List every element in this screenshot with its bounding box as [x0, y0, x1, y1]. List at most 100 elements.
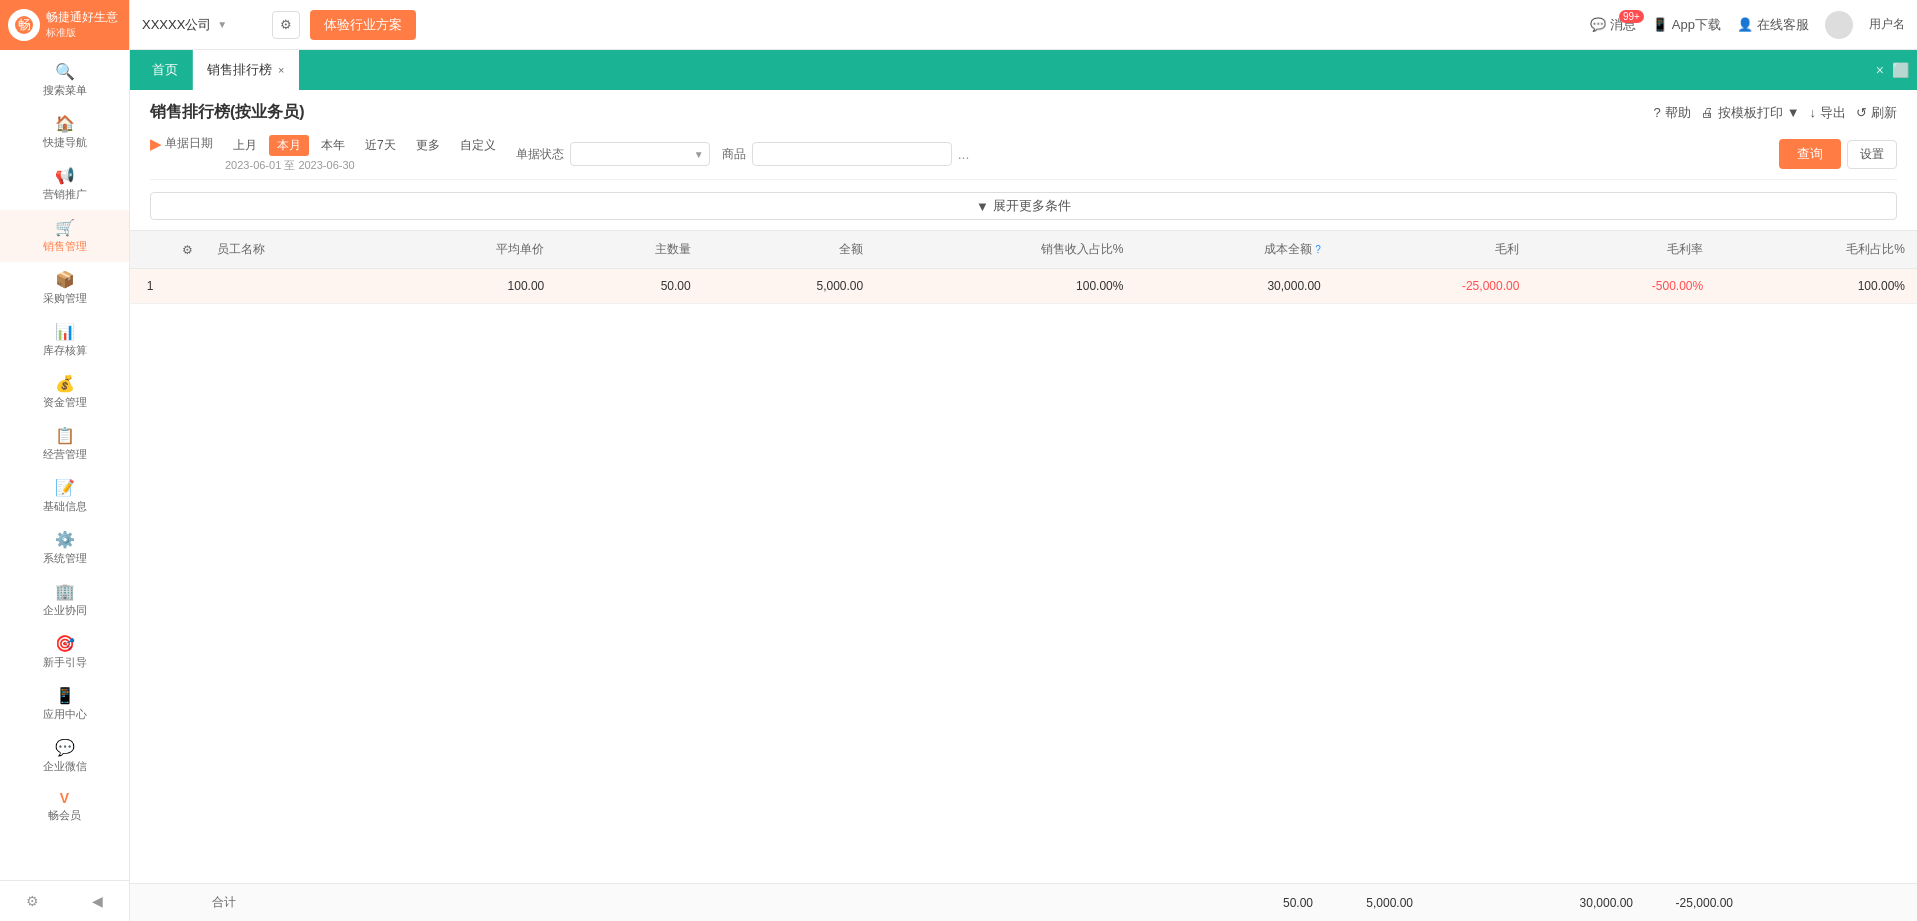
sidebar-item-search[interactable]: 🔍 搜索菜单 — [0, 54, 129, 106]
company-selector[interactable]: XXXXX公司 ▼ — [142, 16, 262, 34]
company-dropdown-arrow: ▼ — [217, 19, 227, 30]
sidebar-item-app-center[interactable]: 📱 应用中心 — [0, 678, 129, 730]
cell-gross-rate: -500.00% — [1531, 269, 1715, 304]
app-center-icon: 📱 — [55, 686, 75, 705]
sidebar-item-capital[interactable]: 💰 资金管理 — [0, 366, 129, 418]
logo-icon: 畅 — [8, 9, 40, 41]
enterprise-icon: 🏢 — [55, 582, 75, 601]
basic-info-icon: 📝 — [55, 478, 75, 497]
date-opt-7days[interactable]: 近7天 — [357, 135, 404, 156]
svg-text:畅: 畅 — [18, 17, 31, 32]
col-amount-header: 全额 — [703, 231, 876, 269]
tab-close-window-btn[interactable]: × — [1876, 62, 1884, 78]
table-header-row: ⚙ 员工名称 平均单价 主数量 全额 销售收入占比% 成本全额 ? 毛利 毛利率… — [130, 231, 1917, 269]
online-service-btn[interactable]: 👤 在线客服 — [1737, 16, 1809, 34]
sidebar-settings-btn[interactable]: ⚙ — [22, 889, 43, 913]
sidebar-item-system[interactable]: ⚙️ 系统管理 — [0, 522, 129, 574]
help-icon: ? — [1653, 105, 1660, 120]
date-opt-more[interactable]: 更多 — [408, 135, 448, 156]
export-btn[interactable]: ↓ 导出 — [1810, 104, 1847, 122]
status-select-wrapper: ▼ — [570, 142, 710, 166]
help-btn[interactable]: ? 帮助 — [1653, 104, 1690, 122]
experience-btn[interactable]: 体验行业方案 — [310, 10, 416, 40]
header-right: 💬 消息 99+ 📱 App下载 👤 在线客服 用户名 — [1590, 11, 1905, 39]
tab-sales-ranking[interactable]: 销售排行榜 × — [193, 50, 299, 90]
status-select[interactable] — [570, 142, 710, 166]
expand-more-icon: ▼ — [976, 199, 989, 214]
app-download-btn[interactable]: 📱 App下载 — [1652, 16, 1721, 34]
date-opt-this-month[interactable]: 本月 — [269, 135, 309, 156]
table-body: 1 100.00 50.00 5,000.00 100.00% 30,000.0… — [130, 269, 1917, 304]
sidebar-item-basic-info[interactable]: 📝 基础信息 — [0, 470, 129, 522]
footer-gross-rate — [1745, 896, 1825, 910]
print-icon: 🖨 — [1701, 105, 1714, 120]
sidebar-item-purchase[interactable]: 📦 采购管理 — [0, 262, 129, 314]
footer-avg-price — [1165, 896, 1245, 910]
sidebar-item-operation[interactable]: 📋 经营管理 — [0, 418, 129, 470]
sidebar-item-vip[interactable]: V 畅会员 — [0, 782, 129, 831]
capital-icon: 💰 — [55, 374, 75, 393]
top-header: XXXXX公司 ▼ ⚙ 体验行业方案 💬 消息 99+ 📱 App下载 👤 在线… — [130, 0, 1917, 50]
tab-bar: 首页 销售排行榜 × × ⬜ — [130, 50, 1917, 90]
col-qty-header: 主数量 — [556, 231, 702, 269]
message-icon: 💬 — [1590, 17, 1606, 32]
logo-text: 畅捷通好生意 标准版 — [46, 10, 118, 40]
sidebar-item-inventory[interactable]: 📊 库存核算 — [0, 314, 129, 366]
sales-icon: 🛒 — [55, 218, 75, 237]
col-gross-profit-header: 毛利 — [1333, 231, 1532, 269]
tab-close-btn[interactable]: × — [278, 64, 284, 76]
footer-qty: 50.00 — [1245, 896, 1325, 910]
refresh-icon: ↺ — [1856, 105, 1867, 120]
footer-values: 50.00 5,000.00 30,000.00 -25,000.00 — [312, 896, 1905, 910]
sidebar-item-enterprise[interactable]: 🏢 企业协同 — [0, 574, 129, 626]
tab-restore-window-btn[interactable]: ⬜ — [1892, 62, 1909, 78]
date-options-wrapper: 上月 本月 本年 近7天 更多 自定义 2023-06-01 至 2023-06… — [225, 135, 504, 173]
date-opt-custom[interactable]: 自定义 — [452, 135, 504, 156]
date-opt-this-year[interactable]: 本年 — [313, 135, 353, 156]
footer-gross-profit: -25,000.00 — [1645, 896, 1745, 910]
goods-more-btn[interactable]: ... — [958, 146, 970, 162]
refresh-btn[interactable]: ↺ 刷新 — [1856, 104, 1897, 122]
filter-area: ▶ 单据日期 上月 本月 本年 近7天 更多 自定义 — [150, 135, 1897, 230]
sidebar-nav: 🔍 搜索菜单 🏠 快捷导航 📢 营销推广 🛒 销售管理 📦 采购管理 📊 库存核… — [0, 50, 129, 880]
cost-tip-icon[interactable]: ? — [1315, 244, 1321, 255]
user-avatar[interactable] — [1825, 11, 1853, 39]
col-rank-header — [130, 231, 170, 269]
print-dropdown-arrow: ▼ — [1787, 105, 1800, 120]
marketing-icon: 📢 — [55, 166, 75, 185]
header-settings-icon[interactable]: ⚙ — [272, 11, 300, 39]
date-filter: ▶ 单据日期 上月 本月 本年 近7天 更多 自定义 — [150, 135, 504, 173]
purchase-icon: 📦 — [55, 270, 75, 289]
settings-button[interactable]: 设置 — [1847, 140, 1897, 169]
footer-name-cell: 合计 — [212, 894, 312, 911]
footer-sales-pct — [1425, 896, 1545, 910]
company-name: XXXXX公司 — [142, 16, 211, 34]
sidebar-item-sales[interactable]: 🛒 销售管理 — [0, 210, 129, 262]
username: 用户名 — [1869, 16, 1905, 33]
template-print-btn[interactable]: 🖨 按模板打印 ▼ — [1701, 104, 1800, 122]
sidebar-collapse-btn[interactable]: ◀ — [88, 889, 107, 913]
wechat-icon: 💬 — [55, 738, 75, 757]
sidebar-item-wechat[interactable]: 💬 企业微信 — [0, 730, 129, 782]
sidebar-item-quick-nav[interactable]: 🏠 快捷导航 — [0, 106, 129, 158]
sidebar-item-marketing[interactable]: 📢 营销推广 — [0, 158, 129, 210]
main-area: XXXXX公司 ▼ ⚙ 体验行业方案 💬 消息 99+ 📱 App下载 👤 在线… — [130, 0, 1917, 921]
filter-expand-arrow[interactable]: ▶ — [150, 136, 161, 152]
col-settings-header[interactable]: ⚙ — [170, 231, 205, 269]
table-row: 1 100.00 50.00 5,000.00 100.00% 30,000.0… — [130, 269, 1917, 304]
goods-input[interactable] — [752, 142, 952, 166]
expand-more-btn[interactable]: ▼ 展开更多条件 — [150, 192, 1897, 220]
message-btn[interactable]: 💬 消息 99+ — [1590, 16, 1636, 34]
col-gross-pct-header: 毛利占比% — [1715, 231, 1917, 269]
status-filter: 单据状态 ▼ — [516, 142, 710, 166]
col-sales-pct-header: 销售收入占比% — [875, 231, 1135, 269]
export-icon: ↓ — [1810, 105, 1817, 120]
cell-avg-price: 100.00 — [381, 269, 557, 304]
date-opt-last-month[interactable]: 上月 — [225, 135, 265, 156]
tab-home[interactable]: 首页 — [138, 50, 193, 90]
sidebar-item-guide[interactable]: 🎯 新手引导 — [0, 626, 129, 678]
home-icon: 🏠 — [55, 114, 75, 133]
query-button[interactable]: 查询 — [1779, 139, 1841, 169]
system-icon: ⚙️ — [55, 530, 75, 549]
table-footer: 合计 50.00 5,000.00 30,000.00 -25,000.00 — [130, 883, 1917, 921]
